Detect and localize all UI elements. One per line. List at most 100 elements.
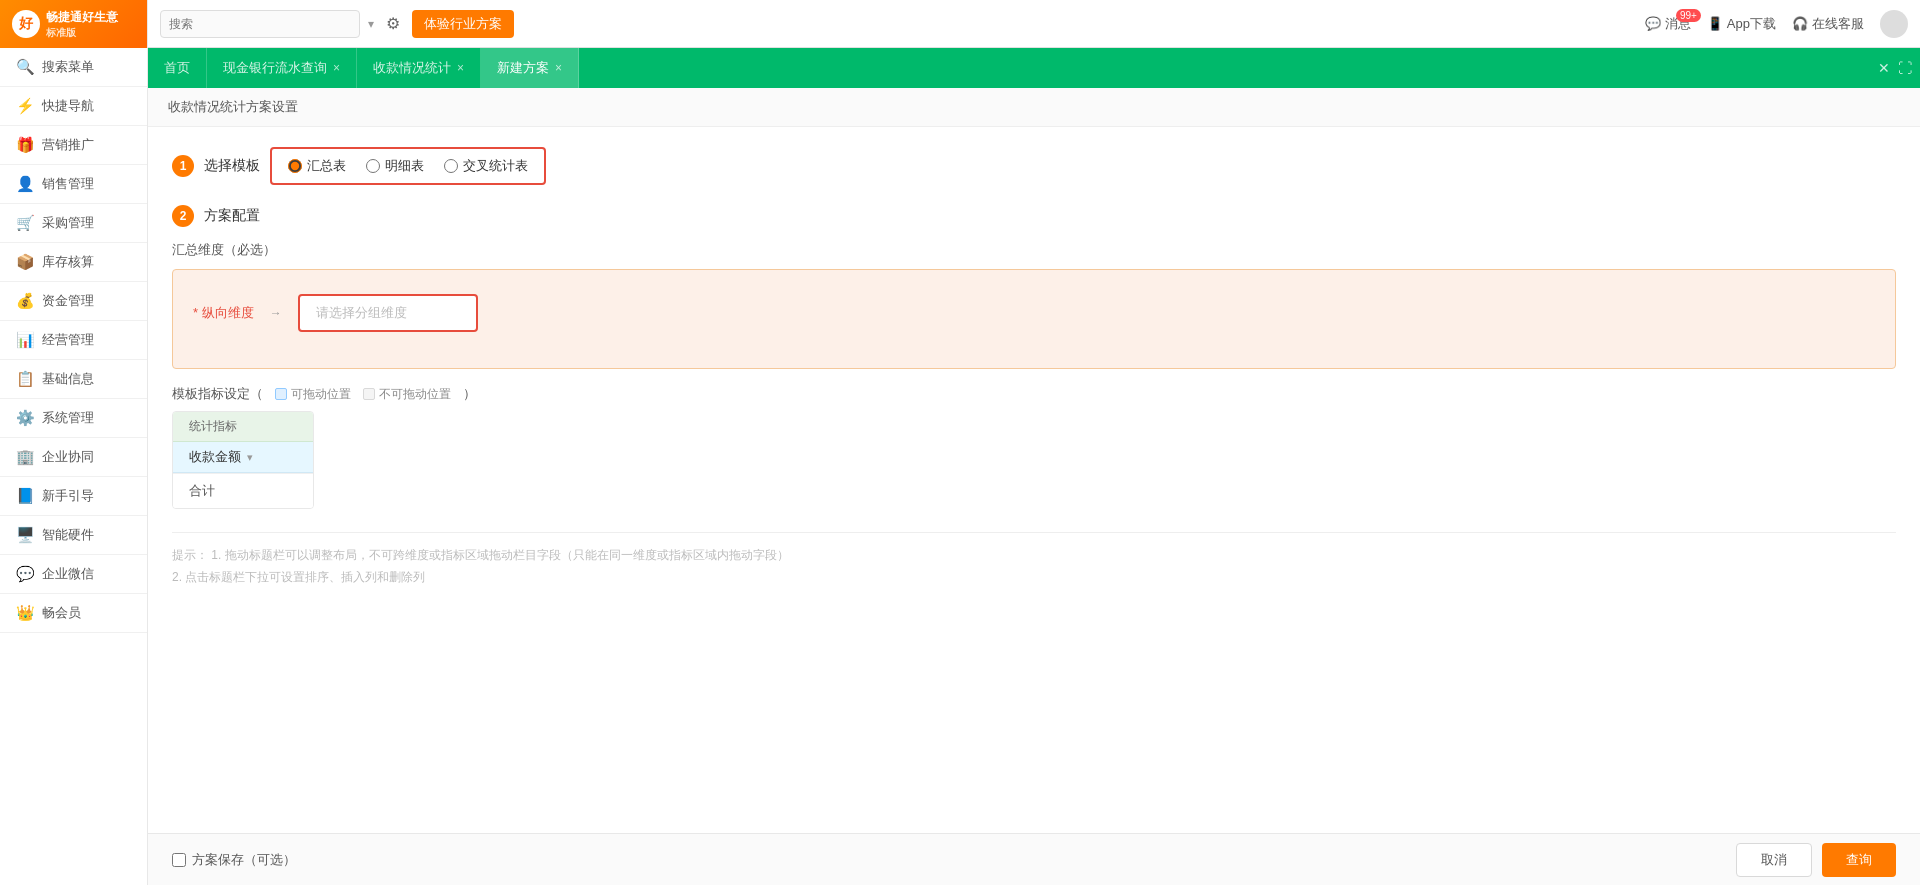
save-label: 方案保存（可选） (192, 851, 296, 869)
cancel-button[interactable]: 取消 (1736, 843, 1812, 877)
dimension-arrow-icon: → (270, 306, 282, 320)
sidebar-item-quick-nav[interactable]: ⚡ 快捷导航 (0, 87, 147, 126)
tab-bank-flow-label: 现金银行流水查询 (223, 59, 327, 77)
sidebar-item-label: 销售管理 (42, 175, 94, 193)
download-icon: 📱 (1707, 16, 1723, 31)
radio-detail[interactable]: 明细表 (366, 157, 424, 175)
step1-num: 1 (172, 155, 194, 177)
sidebar-item-enterprise[interactable]: 🏢 企业协同 (0, 438, 147, 477)
metrics-col-label: 统计指标 (173, 412, 313, 442)
avatar[interactable] (1880, 10, 1908, 38)
radio-summary-input[interactable] (288, 159, 302, 173)
save-option[interactable]: 方案保存（可选） (172, 851, 296, 869)
sidebar-item-basics[interactable]: 📋 基础信息 (0, 360, 147, 399)
download-btn[interactable]: 📱 App下载 (1707, 15, 1776, 33)
service-btn[interactable]: 🎧 在线客服 (1792, 15, 1864, 33)
save-checkbox[interactable] (172, 853, 186, 867)
tab-new-plan[interactable]: 新建方案 × (481, 48, 579, 88)
page-content: 收款情况统计方案设置 1 选择模板 汇总表 (148, 88, 1920, 833)
step2-title: 方案配置 (204, 207, 260, 225)
radio-summary[interactable]: 汇总表 (288, 157, 346, 175)
bottom-btn-area: 取消 查询 (1736, 843, 1896, 877)
download-label: App下载 (1727, 15, 1776, 33)
tab-collection-stats-close[interactable]: × (457, 61, 464, 75)
sidebar-item-purchase[interactable]: 🛒 采购管理 (0, 204, 147, 243)
guide-icon: 📘 (16, 487, 34, 505)
sidebar-item-finance[interactable]: 💰 资金管理 (0, 282, 147, 321)
step1-title: 选择模板 (204, 157, 260, 175)
message-btn[interactable]: 💬 消息 99+ (1645, 15, 1691, 33)
metrics-col-header[interactable]: 收款金额 ▾ (173, 442, 313, 473)
legend-fixed: 不可拖动位置 (363, 386, 451, 403)
legend-draggable-label: 可拖动位置 (291, 386, 351, 403)
tab-new-plan-label: 新建方案 (497, 59, 549, 77)
sidebar-item-guide[interactable]: 📘 新手引导 (0, 477, 147, 516)
sidebar-item-label: 经营管理 (42, 331, 94, 349)
topbar: ▾ ⚙ 体验行业方案 💬 消息 99+ 📱 App下载 🎧 在线客服 (148, 0, 1920, 48)
query-button[interactable]: 查询 (1822, 843, 1896, 877)
logo-title: 畅捷通好生意 (46, 9, 118, 26)
metrics-config: 模板指标设定（ 可拖动位置 不可拖动位置 (172, 385, 1896, 512)
sidebar-item-label: 采购管理 (42, 214, 94, 232)
sidebar-item-label: 营销推广 (42, 136, 94, 154)
vertical-dim-input[interactable]: 请选择分组维度 (298, 294, 478, 332)
metrics-title: 模板指标设定（ (172, 385, 263, 403)
legend-fixed-icon (363, 388, 375, 400)
tab-bank-flow-close[interactable]: × (333, 61, 340, 75)
tips-section: 提示： 1. 拖动标题栏可以调整布局，不可跨维度或指标区域拖动栏目字段（只能在同… (172, 532, 1896, 588)
metrics-table: 统计指标 收款金额 ▾ 合计 (172, 411, 314, 509)
search-input[interactable] (169, 17, 351, 31)
radio-cross[interactable]: 交叉统计表 (444, 157, 528, 175)
sidebar-item-member[interactable]: 👑 畅会员 (0, 594, 147, 633)
member-icon: 👑 (16, 604, 34, 622)
tab-home-label: 首页 (164, 59, 190, 77)
radio-detail-input[interactable] (366, 159, 380, 173)
search-chevron-icon[interactable]: ▾ (368, 17, 374, 31)
sidebar-item-inventory[interactable]: 📦 库存核算 (0, 243, 147, 282)
sidebar-item-label: 搜索菜单 (42, 58, 94, 76)
sidebar-item-label: 库存核算 (42, 253, 94, 271)
logo-badge: 标准版 (46, 26, 118, 40)
sidebar-item-search-menu[interactable]: 🔍 搜索菜单 (0, 48, 147, 87)
sidebar-item-sales[interactable]: 👤 销售管理 (0, 165, 147, 204)
tab-new-plan-close[interactable]: × (555, 61, 562, 75)
operation-icon: 📊 (16, 331, 34, 349)
topbar-right: 💬 消息 99+ 📱 App下载 🎧 在线客服 (1645, 10, 1908, 38)
sidebar-item-marketing[interactable]: 🎁 营销推广 (0, 126, 147, 165)
search-menu-icon: 🔍 (16, 58, 34, 76)
col-header-chevron-icon[interactable]: ▾ (247, 451, 253, 464)
sidebar-item-operation[interactable]: 📊 经营管理 (0, 321, 147, 360)
settings-icon[interactable]: ⚙ (386, 14, 400, 33)
sidebar-item-system[interactable]: ⚙️ 系统管理 (0, 399, 147, 438)
marketing-icon: 🎁 (16, 136, 34, 154)
step2-content: 汇总维度（必选） * 纵向维度 → 请选择分组维度 (172, 241, 1896, 588)
page-header-title: 收款情况统计方案设置 (168, 99, 298, 114)
tab-expand-icon[interactable]: ⛶ (1898, 60, 1912, 76)
summary-dim-title: 汇总维度（必选） (172, 241, 1896, 259)
tab-spacer (579, 48, 1870, 88)
sidebar-item-label: 新手引导 (42, 487, 94, 505)
tab-home[interactable]: 首页 (148, 48, 207, 88)
dimension-area: * 纵向维度 → 请选择分组维度 (172, 269, 1896, 369)
legend-draggable: 可拖动位置 (275, 386, 351, 403)
industry-btn[interactable]: 体验行业方案 (412, 10, 514, 38)
tab-bank-flow[interactable]: 现金银行流水查询 × (207, 48, 357, 88)
sidebar-item-wechat[interactable]: 💬 企业微信 (0, 555, 147, 594)
vertical-dim-placeholder: 请选择分组维度 (316, 305, 407, 320)
sidebar: 好 畅捷通好生意 标准版 🔍 搜索菜单 ⚡ 快捷导航 🎁 营销推广 👤 销售管理… (0, 0, 148, 885)
radio-detail-label: 明细表 (385, 157, 424, 175)
message-badge: 99+ (1676, 9, 1701, 22)
sidebar-item-label: 基础信息 (42, 370, 94, 388)
basics-icon: 📋 (16, 370, 34, 388)
legend-fixed-label: 不可拖动位置 (379, 386, 451, 403)
radio-cross-input[interactable] (444, 159, 458, 173)
sidebar-item-hardware[interactable]: 🖥️ 智能硬件 (0, 516, 147, 555)
tab-collection-stats[interactable]: 收款情况统计 × (357, 48, 481, 88)
sidebar-item-label: 企业微信 (42, 565, 94, 583)
sidebar-item-label: 系统管理 (42, 409, 94, 427)
metrics-close: ） (463, 385, 476, 403)
search-box[interactable] (160, 10, 360, 38)
wechat-icon: 💬 (16, 565, 34, 583)
sidebar-logo: 好 畅捷通好生意 标准版 (0, 0, 147, 48)
tab-close-icon[interactable]: ✕ (1878, 60, 1890, 76)
